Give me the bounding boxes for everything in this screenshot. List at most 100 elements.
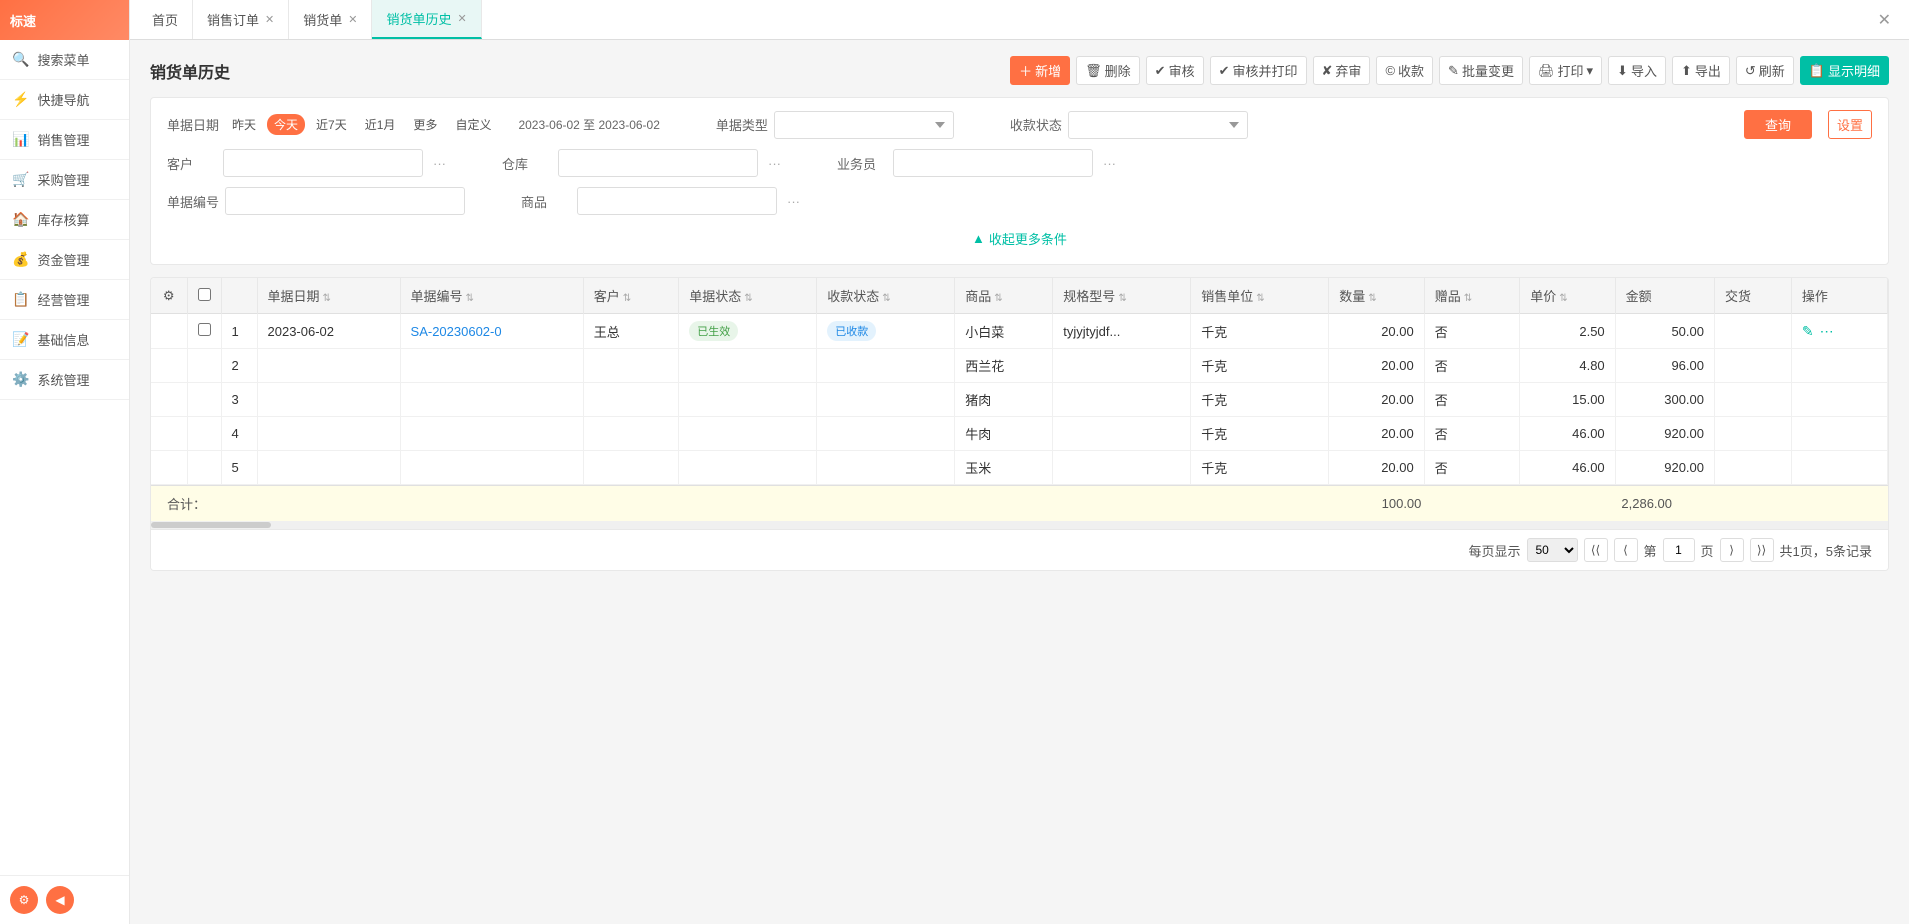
td-payment-status <box>817 451 955 485</box>
chip-7days[interactable]: 近7天 <box>309 114 354 135</box>
goods-dots[interactable]: ··· <box>787 194 800 209</box>
sidebar-collapse-btn[interactable]: ◀ <box>46 886 74 914</box>
th-doc-status[interactable]: 单据状态⇅ <box>679 278 817 314</box>
tab-close-all-btn[interactable]: ✕ <box>1868 10 1901 30</box>
chip-yesterday[interactable]: 昨天 <box>225 114 263 135</box>
chip-1month[interactable]: 近1月 <box>358 114 403 135</box>
collect-button[interactable]: © 收款 <box>1376 56 1433 85</box>
edit-action-btn[interactable]: ✎ <box>1802 323 1814 339</box>
td-trade <box>1715 383 1792 417</box>
sidebar-item-inventory[interactable]: 🏠 库存核算 <box>0 200 129 240</box>
sidebar-item-purchase-mgmt[interactable]: 🛒 采购管理 <box>0 160 129 200</box>
th-doc-date[interactable]: 单据日期⇅ <box>257 278 400 314</box>
chip-more[interactable]: 更多 <box>406 114 444 135</box>
data-table: ⚙ 单据日期⇅ 单据编号⇅ 客户⇅ <box>151 278 1888 485</box>
sort-gift-icon: ⇅ <box>1464 293 1472 304</box>
td-goods: 西兰花 <box>955 349 1053 383</box>
table-body: 1 2023-06-02 SA-20230602-0 王总 已生效 已收款 小白… <box>151 314 1888 485</box>
toolbar: ＋ 新增 🗑 删除 ✔ 审核 ✔ 审核并打印 ✘ 弃审 <box>1010 56 1889 85</box>
td-goods: 牛肉 <box>955 417 1053 451</box>
td-goods: 小白菜 <box>955 314 1053 349</box>
audit-print-button[interactable]: ✔ 审核并打印 <box>1210 56 1307 85</box>
payment-status-badge: 已收款 <box>827 321 876 341</box>
add-button[interactable]: ＋ 新增 <box>1010 56 1070 85</box>
sidebar-item-quick-nav[interactable]: ⚡ 快捷导航 <box>0 80 129 120</box>
goods-input[interactable] <box>577 187 777 215</box>
tab-sales-goods[interactable]: 销货单 ✕ <box>289 0 372 39</box>
td-doc-date <box>257 417 400 451</box>
th-qty[interactable]: 数量⇅ <box>1329 278 1424 314</box>
show-detail-button[interactable]: 📋 显示明细 <box>1800 56 1889 85</box>
page-input[interactable] <box>1663 538 1695 562</box>
sidebar: 标速 🔍 搜索菜单 ⚡ 快捷导航 📊 销售管理 🛒 采购管理 🏠 库存核算 💰 … <box>0 0 130 924</box>
pagination: 每页显示 50 100 ⟨⟨ ⟨ 第 页 ⟩ ⟩⟩ 共1页，5条记录 <box>151 529 1888 570</box>
td-seq: 2 <box>221 349 257 383</box>
tab-home[interactable]: 首页 <box>138 0 193 39</box>
td-action <box>1791 417 1887 451</box>
warehouse-input[interactable] <box>558 149 758 177</box>
sidebar-settings-btn[interactable]: ⚙ <box>10 886 38 914</box>
th-price[interactable]: 单价⇅ <box>1520 278 1615 314</box>
sidebar-item-operations[interactable]: 📋 经营管理 <box>0 280 129 320</box>
sort-doc-status-icon: ⇅ <box>744 293 752 304</box>
print-button[interactable]: 🖨 打印 ▾ <box>1529 56 1602 85</box>
warehouse-label: 仓库 <box>502 154 552 173</box>
customer-dots[interactable]: ··· <box>433 156 446 171</box>
row-checkbox[interactable] <box>198 323 211 336</box>
chip-today[interactable]: 今天 <box>267 114 305 135</box>
th-gear[interactable]: ⚙ <box>151 278 187 314</box>
th-goods[interactable]: 商品⇅ <box>955 278 1053 314</box>
chip-custom[interactable]: 自定义 <box>448 114 498 135</box>
page-next-btn[interactable]: ⟩ <box>1720 538 1744 562</box>
sidebar-item-system-mgmt[interactable]: ⚙️ 系统管理 <box>0 360 129 400</box>
td-gear <box>151 314 187 349</box>
tab-sales-history[interactable]: 销货单历史 ✕ <box>372 0 481 39</box>
scrollbar-thumb[interactable] <box>151 522 271 528</box>
doc-no-input[interactable] <box>225 187 465 215</box>
tab-sales-goods-close[interactable]: ✕ <box>348 13 357 26</box>
payment-status-select[interactable] <box>1068 111 1248 139</box>
doc-type-select[interactable] <box>774 111 954 139</box>
td-doc-date: 2023-06-02 <box>257 314 400 349</box>
audit-button[interactable]: ✔ 审核 <box>1146 56 1204 85</box>
sidebar-item-sales-mgmt[interactable]: 📊 销售管理 <box>0 120 129 160</box>
select-all-checkbox[interactable] <box>198 288 211 301</box>
td-unit: 千克 <box>1191 417 1329 451</box>
refresh-button[interactable]: ↺ 刷新 <box>1736 56 1794 85</box>
salesperson-input[interactable] <box>893 149 1093 177</box>
query-button[interactable]: 查询 <box>1744 110 1812 139</box>
th-doc-no[interactable]: 单据编号⇅ <box>400 278 583 314</box>
tab-sales-order-close[interactable]: ✕ <box>265 13 274 26</box>
td-seq: 4 <box>221 417 257 451</box>
tab-sales-history-close[interactable]: ✕ <box>458 12 467 25</box>
th-gift[interactable]: 赠品⇅ <box>1424 278 1519 314</box>
td-checkbox <box>187 451 221 485</box>
refresh-icon: ↺ <box>1745 63 1756 79</box>
sidebar-item-finance[interactable]: 💰 资金管理 <box>0 240 129 280</box>
settings-button[interactable]: 设置 <box>1828 110 1872 139</box>
batch-change-button[interactable]: ✎ 批量变更 <box>1439 56 1523 85</box>
customer-input[interactable] <box>223 149 423 177</box>
th-spec[interactable]: 规格型号⇅ <box>1053 278 1191 314</box>
more-action-btn[interactable]: ⋯ <box>1820 323 1834 339</box>
horizontal-scrollbar[interactable] <box>151 521 1888 529</box>
export-button[interactable]: ⬆ 导出 <box>1672 56 1730 85</box>
page-prev-btn[interactable]: ⟨ <box>1614 538 1638 562</box>
warehouse-dots[interactable]: ··· <box>768 156 781 171</box>
page-first-btn[interactable]: ⟨⟨ <box>1584 538 1608 562</box>
td-customer <box>583 383 678 417</box>
discard-button[interactable]: ✘ 弃审 <box>1313 56 1371 85</box>
page-last-btn[interactable]: ⟩⟩ <box>1750 538 1774 562</box>
th-unit[interactable]: 销售单位⇅ <box>1191 278 1329 314</box>
th-customer[interactable]: 客户⇅ <box>583 278 678 314</box>
salesperson-dots[interactable]: ··· <box>1103 156 1116 171</box>
delete-button[interactable]: 🗑 删除 <box>1076 56 1140 85</box>
td-qty: 20.00 <box>1329 314 1424 349</box>
sidebar-item-basic-info[interactable]: 📝 基础信息 <box>0 320 129 360</box>
collapse-btn[interactable]: ▲ 收起更多条件 <box>167 225 1872 252</box>
per-page-select[interactable]: 50 100 <box>1527 538 1578 562</box>
import-button[interactable]: ⬇ 导入 <box>1608 56 1666 85</box>
tab-sales-order[interactable]: 销售订单 ✕ <box>193 0 289 39</box>
sidebar-item-search-menu[interactable]: 🔍 搜索菜单 <box>0 40 129 80</box>
th-payment-status[interactable]: 收款状态⇅ <box>817 278 955 314</box>
